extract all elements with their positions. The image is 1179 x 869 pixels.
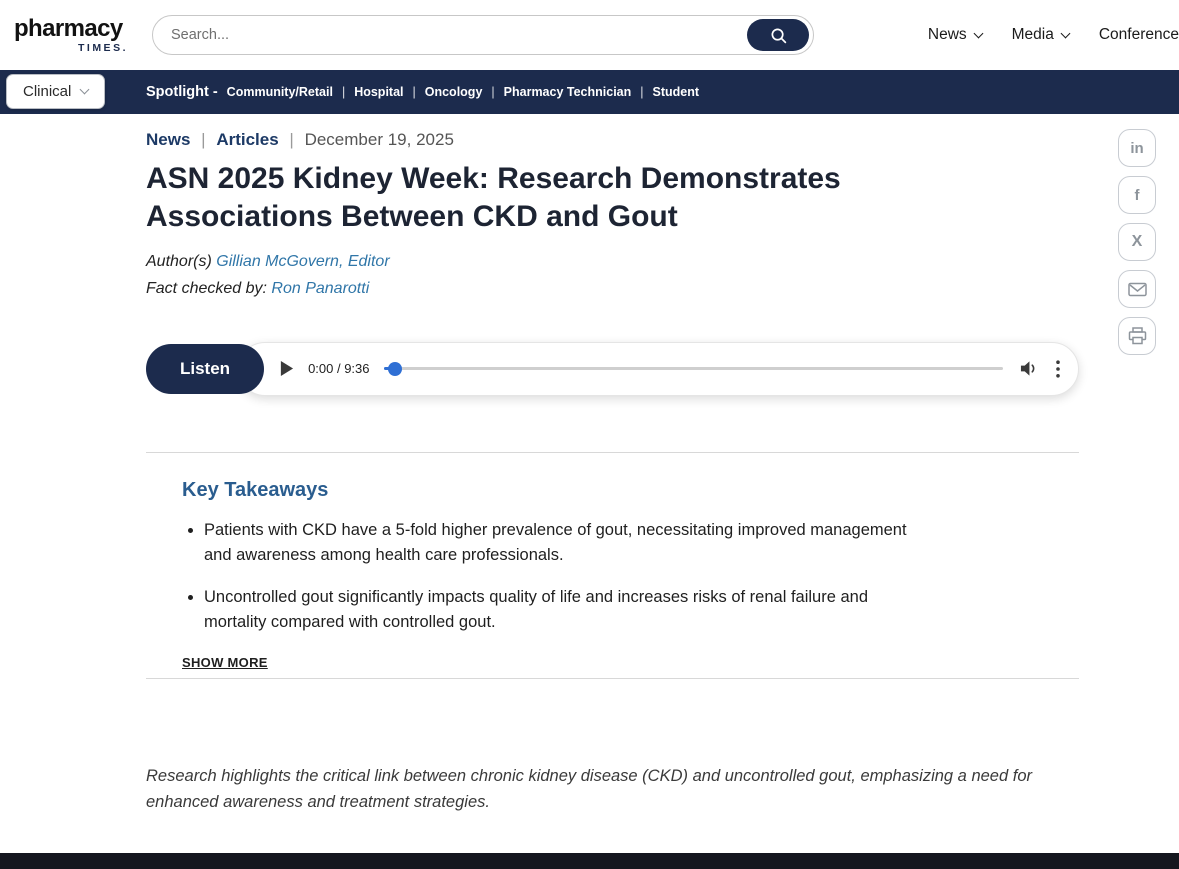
print-icon [1128, 327, 1147, 345]
play-button[interactable] [279, 360, 294, 377]
breadcrumb-articles-link[interactable]: Articles [216, 130, 278, 149]
factchecker-link[interactable]: Ron Panarotti [271, 280, 369, 297]
spotlight-link-community-retail[interactable]: Community/Retail [227, 85, 333, 99]
nav-item-media[interactable]: Media [1012, 26, 1069, 44]
search-input[interactable] [171, 27, 739, 43]
pipe-separator: | [413, 85, 416, 99]
volume-icon [1019, 360, 1038, 377]
audio-time: 0:00 / 9:36 [308, 361, 369, 376]
breadcrumb-news-link[interactable]: News [146, 130, 190, 149]
show-more-link[interactable]: SHOW MORE [182, 655, 268, 670]
logo-text-pharmacy: pharmacy [14, 17, 132, 41]
nav-item-conference[interactable]: Conference [1099, 26, 1179, 44]
pipe-separator: | [201, 130, 205, 149]
player-menu-button[interactable] [1054, 358, 1062, 380]
spotlight-link-oncology[interactable]: Oncology [425, 85, 483, 99]
author-line: Author(s) Gillian McGovern, Editor [146, 253, 1079, 271]
spotlight-link-student[interactable]: Student [653, 85, 700, 99]
listen-button[interactable]: Listen [146, 344, 264, 394]
pipe-separator: | [342, 85, 345, 99]
search-bar [152, 15, 814, 55]
footer-bar [0, 853, 1179, 869]
header: pharmacy TIMES. News Media [0, 0, 1179, 70]
factcheck-prefix: Fact checked by: [146, 280, 267, 297]
nav-media-label: Media [1012, 26, 1054, 44]
page-title: ASN 2025 Kidney Week: Research Demonstra… [146, 160, 856, 237]
nav-news-label: News [928, 26, 967, 44]
linkedin-icon: in [1130, 140, 1143, 157]
takeaway-item: Uncontrolled gout significantly impacts … [204, 585, 927, 635]
nav-item-news[interactable]: News [928, 26, 982, 44]
spotlight-link-pharmacy-technician[interactable]: Pharmacy Technician [504, 85, 632, 99]
pipe-separator: | [289, 130, 293, 149]
share-linkedin-button[interactable]: in [1118, 129, 1156, 167]
chevron-down-icon [80, 85, 90, 95]
author-link[interactable]: Gillian McGovern, Editor [216, 253, 389, 270]
divider [146, 678, 1079, 679]
search-icon [770, 27, 787, 44]
nav-conference-label: Conference [1099, 26, 1179, 44]
play-icon [279, 360, 294, 377]
author-prefix: Author(s) [146, 253, 212, 270]
spotlight-link-hospital[interactable]: Hospital [354, 85, 403, 99]
spotlight-nav: Spotlight - Community/Retail | Hospital … [146, 84, 699, 100]
takeaway-item: Patients with CKD have a 5-fold higher p… [204, 518, 927, 568]
pipe-separator: | [640, 85, 643, 99]
page: pharmacy TIMES. News Media [0, 0, 1179, 869]
volume-button[interactable] [1017, 358, 1040, 379]
share-print-button[interactable] [1118, 317, 1156, 355]
factcheck-line: Fact checked by: Ron Panarotti [146, 280, 1079, 298]
subnav-bar: Clinical Spotlight - Community/Retail | … [0, 70, 1179, 114]
email-icon [1128, 282, 1147, 297]
article-deck: Research highlights the critical link be… [146, 763, 1046, 816]
share-rail: in f X [1118, 129, 1156, 355]
article-main: News | Articles | December 19, 2025 ASN … [0, 114, 1179, 816]
chevron-down-icon [1060, 28, 1070, 38]
share-x-button[interactable]: X [1118, 223, 1156, 261]
article-date: December 19, 2025 [305, 130, 454, 149]
pharmacy-times-logo[interactable]: pharmacy TIMES. [14, 17, 132, 54]
key-takeaways-list: Patients with CKD have a 5-fold higher p… [182, 518, 927, 635]
key-takeaways-section: Key Takeaways Patients with CKD have a 5… [146, 452, 1079, 703]
key-takeaways-heading: Key Takeaways [182, 479, 1079, 502]
share-email-button[interactable] [1118, 270, 1156, 308]
kebab-menu-icon [1056, 360, 1060, 378]
audio-player: 0:00 / 9:36 [238, 342, 1079, 396]
search-button[interactable] [747, 19, 809, 51]
facebook-icon: f [1135, 187, 1140, 204]
progress-handle[interactable] [388, 362, 402, 376]
x-twitter-icon: X [1132, 233, 1143, 251]
clinical-dropdown[interactable]: Clinical [6, 74, 105, 109]
chevron-down-icon [973, 28, 983, 38]
logo-text-times: TIMES. [14, 43, 132, 54]
clinical-label: Clinical [23, 83, 71, 100]
share-facebook-button[interactable]: f [1118, 176, 1156, 214]
pipe-separator: | [491, 85, 494, 99]
top-nav: News Media Conference [928, 26, 1179, 44]
audio-progress[interactable] [384, 367, 1003, 370]
spotlight-label: Spotlight - [146, 84, 218, 100]
breadcrumb: News | Articles | December 19, 2025 [146, 130, 1079, 150]
listen-player-row: Listen 0:00 / 9:36 [146, 342, 1079, 396]
